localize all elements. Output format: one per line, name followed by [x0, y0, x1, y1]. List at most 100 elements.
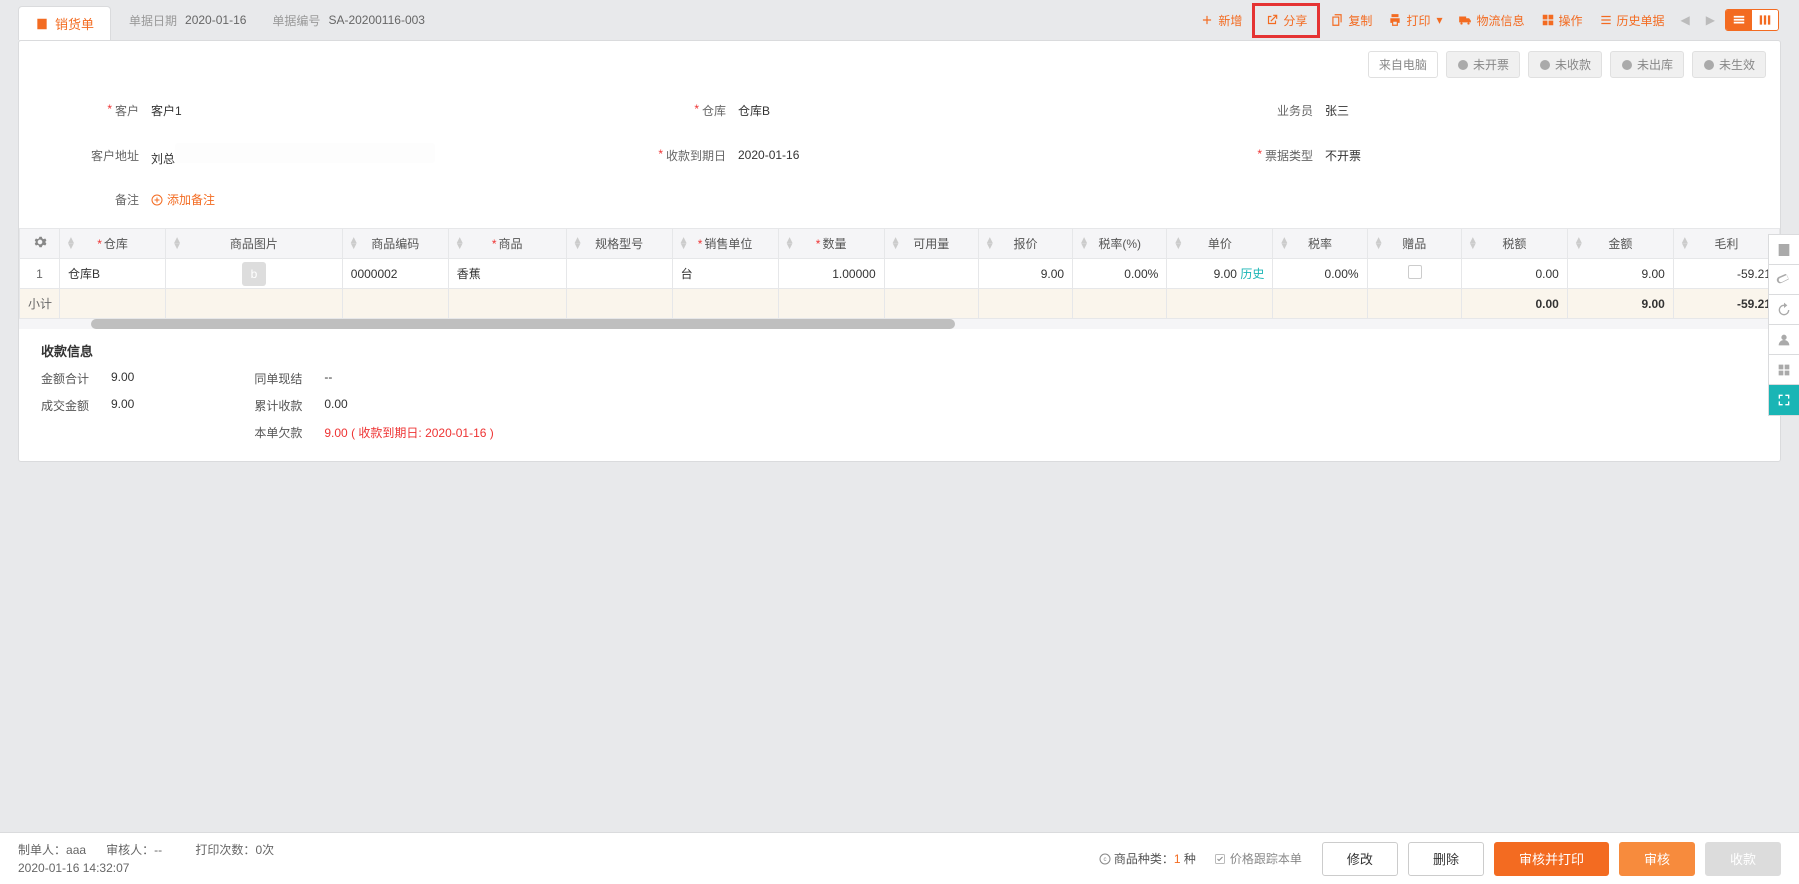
row-image[interactable]: b [166, 259, 343, 289]
row-price[interactable]: 9.00 历史 [1167, 259, 1273, 289]
th-tax[interactable]: 税率 [1273, 229, 1367, 259]
total-label: 金额合计 [41, 370, 101, 387]
status-no-out: 未出库 [1610, 51, 1684, 78]
salesperson-value[interactable]: 张三 [1325, 102, 1349, 119]
print-count-value: 0次 [255, 843, 274, 857]
creator-value: aaa [66, 843, 86, 857]
rail-expand-button[interactable] [1769, 385, 1799, 415]
th-gift[interactable]: 赠品 [1367, 229, 1461, 259]
th-qty[interactable]: *数量 [778, 229, 884, 259]
due-value[interactable]: 2020-01-16 [738, 148, 799, 162]
row-quote[interactable]: 9.00 [978, 259, 1072, 289]
footer-bar: 制单人：aaa 审核人：-- 打印次数：0次 2020-01-16 14:32:… [0, 832, 1799, 884]
scrollbar-thumb[interactable] [91, 319, 955, 329]
copy-button[interactable]: 复制 [1324, 8, 1378, 33]
rail-grid-button[interactable] [1769, 355, 1799, 385]
th-amt[interactable]: 金额 [1567, 229, 1673, 259]
copyright-icon: c [1099, 853, 1111, 865]
new-label: 新增 [1218, 12, 1242, 29]
doc-tab[interactable]: 销货单 [18, 6, 111, 40]
th-quote[interactable]: 报价 [978, 229, 1072, 259]
audit-button[interactable]: 审核 [1619, 842, 1695, 876]
th-warehouse[interactable]: *仓库 [60, 229, 166, 259]
price-history-link[interactable]: 历史 [1240, 267, 1264, 281]
doc-date-value: 2020-01-16 [185, 13, 246, 27]
rail-user-button[interactable] [1769, 325, 1799, 355]
same-value: -- [324, 370, 332, 387]
note-icon [1776, 242, 1792, 258]
row-warehouse[interactable]: 仓库B [60, 259, 166, 289]
view-card-button[interactable] [1752, 10, 1778, 30]
th-avail[interactable]: 可用量 [884, 229, 978, 259]
row-profit[interactable]: -59.21 [1673, 259, 1779, 289]
th-spec[interactable]: 规格型号 [566, 229, 672, 259]
info-icon [1457, 59, 1469, 71]
row-avail[interactable] [884, 259, 978, 289]
rail-attach-button[interactable] [1769, 265, 1799, 295]
row-taxamt[interactable]: 0.00 [1461, 259, 1567, 289]
top-bar: 销货单 单据日期 2020-01-16 单据编号 SA-20200116-003… [0, 0, 1799, 40]
row-product[interactable]: 香蕉 [448, 259, 566, 289]
audit-print-button[interactable]: 审核并打印 [1494, 842, 1609, 876]
row-spec[interactable] [566, 259, 672, 289]
th-taxamt[interactable]: 税额 [1461, 229, 1567, 259]
invoice-type-value[interactable]: 不开票 [1325, 147, 1361, 164]
address-value[interactable]: 刘总 [151, 143, 435, 167]
customer-value[interactable]: 客户1 [151, 102, 182, 119]
add-remark-button[interactable]: 添加备注 [151, 191, 215, 208]
table-row[interactable]: 1 仓库B b 0000002 香蕉 台 1.00000 9.00 0.00% … [20, 259, 1780, 289]
next-doc-button[interactable]: ▶ [1700, 9, 1721, 31]
user-icon [1776, 332, 1792, 348]
history-label: 历史单据 [1617, 12, 1665, 29]
horizontal-scrollbar[interactable] [19, 319, 1780, 329]
ops-button[interactable]: 操作 [1535, 8, 1589, 33]
view-detail-button[interactable] [1726, 10, 1752, 30]
footer-summary: c 商品种类：1 种 价格跟踪本单 [1099, 850, 1302, 867]
th-image[interactable]: 商品图片 [166, 229, 343, 259]
customer-label: 客户 [115, 102, 139, 119]
row-tax[interactable]: 0.00% [1273, 259, 1367, 289]
delete-button[interactable]: 删除 [1408, 842, 1484, 876]
grid-small-icon [1776, 362, 1792, 378]
plus-circle-icon [151, 194, 163, 206]
row-trate[interactable]: 0.00% [1073, 259, 1167, 289]
auditor-label: 审核人： [106, 843, 154, 857]
share-button[interactable]: 分享 [1259, 8, 1313, 33]
gift-checkbox[interactable] [1408, 265, 1422, 279]
creator-label: 制单人： [18, 843, 66, 857]
new-button[interactable]: 新增 [1194, 8, 1248, 33]
logistics-button[interactable]: 物流信息 [1452, 8, 1530, 33]
follow-price-checkbox[interactable]: 价格跟踪本单 [1214, 850, 1302, 867]
ops-label: 操作 [1559, 12, 1583, 29]
prev-doc-button[interactable]: ◀ [1675, 9, 1696, 31]
view-toggle[interactable] [1725, 9, 1779, 31]
rail-refresh-button[interactable] [1769, 295, 1799, 325]
warehouse-value[interactable]: 仓库B [738, 102, 770, 119]
status-not-effective: 未生效 [1692, 51, 1766, 78]
row-amt[interactable]: 9.00 [1567, 259, 1673, 289]
edit-button[interactable]: 修改 [1322, 842, 1398, 876]
th-profit[interactable]: 毛利 [1673, 229, 1779, 259]
row-unit[interactable]: 台 [672, 259, 778, 289]
row-code[interactable]: 0000002 [342, 259, 448, 289]
th-unit[interactable]: *销售单位 [672, 229, 778, 259]
attachment-icon [1776, 272, 1792, 288]
footer-meta: 制单人：aaa 审核人：-- 打印次数：0次 2020-01-16 14:32:… [18, 841, 274, 877]
th-trate[interactable]: 税率(%) [1073, 229, 1167, 259]
history-button[interactable]: 历史单据 [1593, 8, 1671, 33]
side-rail [1768, 234, 1799, 416]
gear-column[interactable] [20, 229, 60, 259]
print-button[interactable]: 打印 ▾ [1382, 8, 1448, 33]
form-grid: *客户客户1 *仓库仓库B 业务员张三 客户地址刘总 *收款到期日2020-01… [19, 78, 1780, 228]
row-qty[interactable]: 1.00000 [778, 259, 884, 289]
th-code[interactable]: 商品编码 [342, 229, 448, 259]
rail-notes-button[interactable] [1769, 235, 1799, 265]
doc-date-label: 单据日期 [129, 12, 177, 29]
th-product[interactable]: *商品 [448, 229, 566, 259]
subtotal-row: 小计 0.00 9.00 -59.21 [20, 289, 1780, 319]
row-gift[interactable] [1367, 259, 1461, 289]
total-value: 9.00 [111, 370, 134, 387]
print-count-label: 打印次数： [195, 843, 255, 857]
deal-label: 成交金额 [41, 397, 101, 414]
th-price[interactable]: 单价 [1167, 229, 1273, 259]
